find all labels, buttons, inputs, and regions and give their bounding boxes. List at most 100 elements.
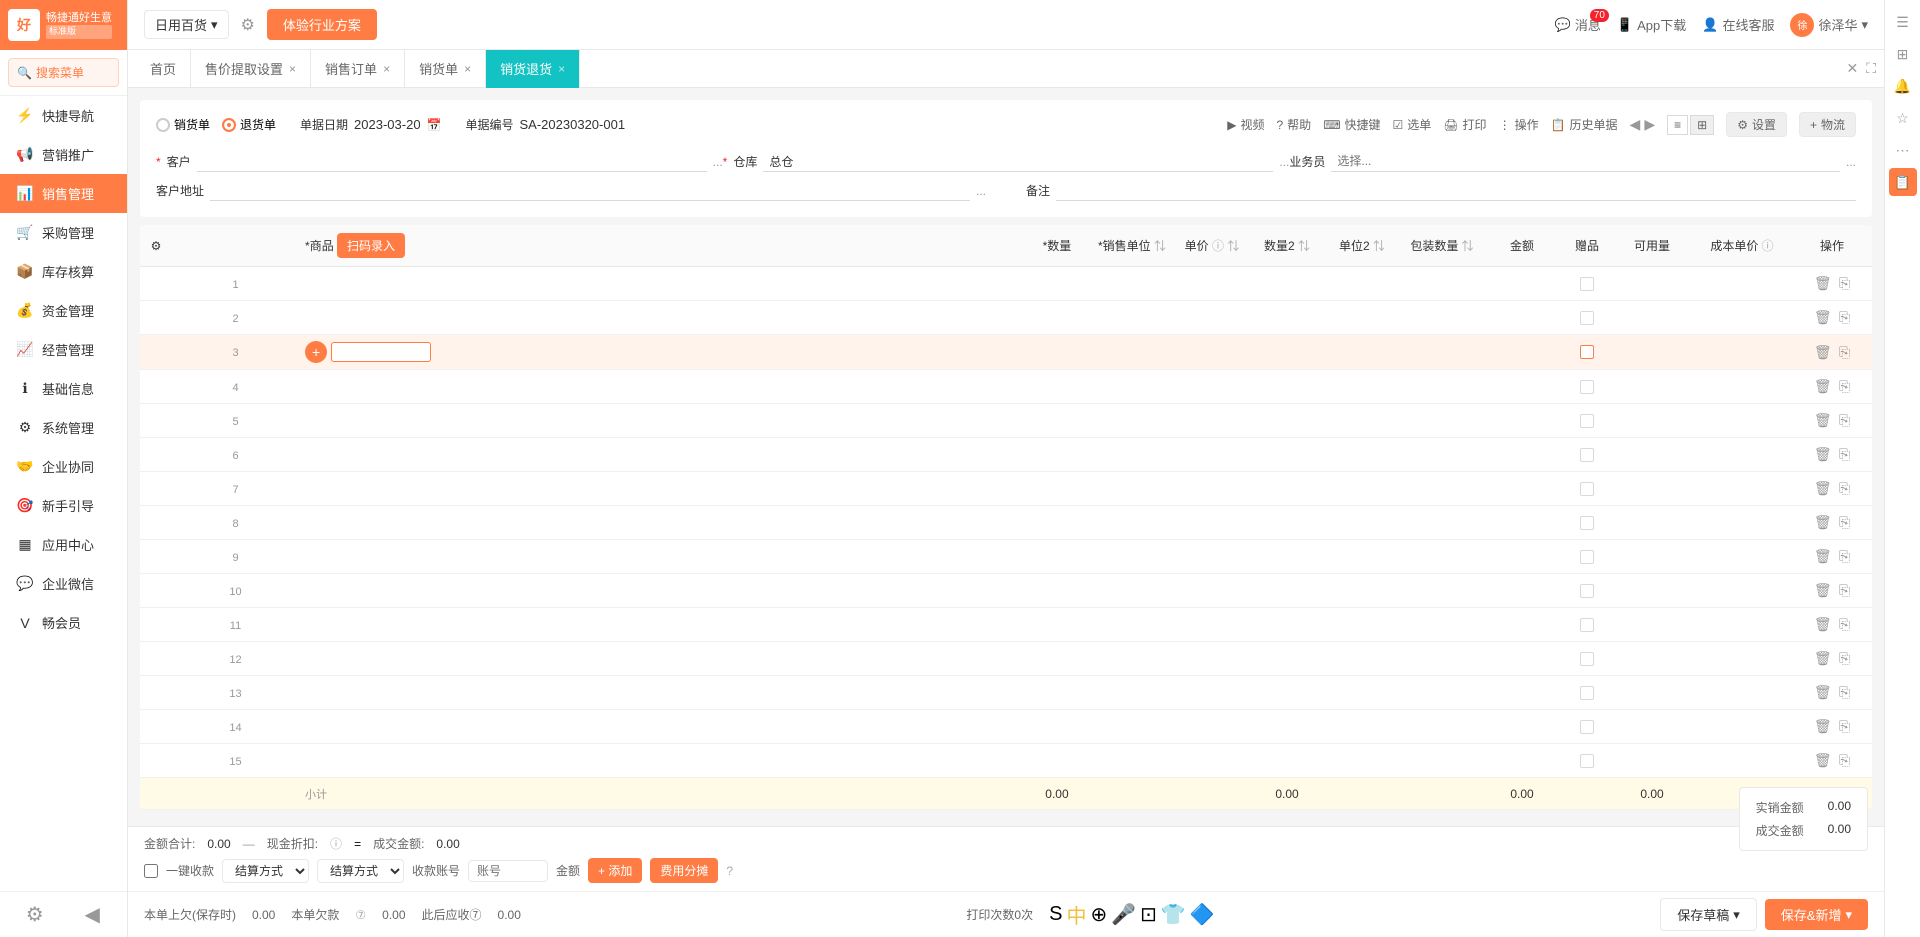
next-btn[interactable]: ▶ <box>1644 116 1655 133</box>
warehouse-input[interactable] <box>763 151 1273 172</box>
delete-row-btn-3[interactable]: 🗑 <box>1812 342 1834 363</box>
radio-return[interactable]: 退货单 <box>222 116 276 133</box>
operate-btn[interactable]: ⋮ 操作 <box>1499 116 1539 133</box>
add-row-btn[interactable]: + 添加 <box>588 858 642 883</box>
sidebar-settings-btn[interactable]: ⚙ <box>10 902 60 927</box>
sidebar-item-purchase[interactable]: 🛒 采购管理 <box>0 213 127 252</box>
tab-close-return[interactable]: × <box>558 62 565 76</box>
sidebar-item-member[interactable]: V 畅会员 <box>0 603 127 642</box>
sidebar-item-system[interactable]: ⚙ 系统管理 <box>0 408 127 447</box>
gift-checkbox-3[interactable] <box>1580 345 1594 359</box>
delete-row-btn-15[interactable]: 🗑 <box>1812 750 1834 771</box>
delete-row-btn-6[interactable]: 🗑 <box>1812 444 1834 465</box>
history-btn[interactable]: 📋 历史单据 <box>1551 116 1618 133</box>
toolbar-icon-7[interactable]: 🔷 <box>1190 902 1215 927</box>
copy-row-btn-7[interactable]: ⎘ <box>1837 478 1852 499</box>
row-product-6[interactable] <box>299 438 1022 472</box>
gift-checkbox-5[interactable] <box>1580 414 1594 428</box>
copy-row-btn-12[interactable]: ⎘ <box>1837 648 1852 669</box>
right-item-1[interactable]: ☰ <box>1889 8 1917 36</box>
row-product-13[interactable] <box>299 676 1022 710</box>
scan-btn[interactable]: 扫码录入 <box>337 233 405 258</box>
salesperson-more-btn[interactable]: ... <box>1846 155 1856 169</box>
delete-row-btn-8[interactable]: 🗑 <box>1812 512 1834 533</box>
delete-row-btn-12[interactable]: 🗑 <box>1812 648 1834 669</box>
salesperson-input[interactable] <box>1331 151 1840 172</box>
tab-close-bill[interactable]: × <box>464 62 471 76</box>
gift-checkbox-4[interactable] <box>1580 380 1594 394</box>
toolbar-icon-4[interactable]: 🎤 <box>1111 902 1136 927</box>
copy-row-btn-11[interactable]: ⎘ <box>1837 614 1852 635</box>
row-product-10[interactable] <box>299 574 1022 608</box>
row-product-9[interactable] <box>299 540 1022 574</box>
sidebar-item-quicknav[interactable]: ⚡ 快捷导航 <box>0 96 127 135</box>
row-product-14[interactable] <box>299 710 1022 744</box>
row-product-8[interactable] <box>299 506 1022 540</box>
gift-checkbox-13[interactable] <box>1580 686 1594 700</box>
toolbar-icon-3[interactable]: ⊕ <box>1090 902 1107 927</box>
delete-row-btn-14[interactable]: 🗑 <box>1812 716 1834 737</box>
online-service-btn[interactable]: 👤 在线客服 <box>1702 15 1774 34</box>
gift-checkbox-6[interactable] <box>1580 448 1594 462</box>
radio-sale[interactable]: 销货单 <box>156 116 210 133</box>
sidebar-item-sales[interactable]: 📊 销售管理 <box>0 174 127 213</box>
video-btn[interactable]: ▶ 视频 <box>1227 116 1264 133</box>
row-product-4[interactable] <box>299 370 1022 404</box>
shortcut-btn[interactable]: ⌨ 快捷键 <box>1323 116 1380 133</box>
row-product-1[interactable] <box>299 267 1022 301</box>
row-product-2[interactable] <box>299 301 1022 335</box>
copy-row-btn-15[interactable]: ⎘ <box>1837 750 1852 771</box>
gift-checkbox-2[interactable] <box>1580 311 1594 325</box>
account-input[interactable] <box>468 860 548 882</box>
tab-close-order[interactable]: × <box>383 62 390 76</box>
remark-input[interactable] <box>1056 180 1856 201</box>
gift-checkbox-10[interactable] <box>1580 584 1594 598</box>
customer-more-btn[interactable]: ... <box>713 155 723 169</box>
tab-home[interactable]: 首页 <box>136 50 191 88</box>
topbar-gear-icon[interactable]: ⚙ <box>237 11 259 39</box>
address-more-btn[interactable]: ... <box>976 184 986 198</box>
row-product-3[interactable]: + <box>299 335 1022 370</box>
toolbar-icon-6[interactable]: 👕 <box>1161 902 1186 927</box>
settle-method-select[interactable]: 结算方式 <box>222 859 309 883</box>
customer-input[interactable] <box>197 151 707 172</box>
delete-row-btn-1[interactable]: 🗑 <box>1812 273 1834 294</box>
copy-row-btn-6[interactable]: ⎘ <box>1837 444 1852 465</box>
sidebar-item-collab[interactable]: 🤝 企业协同 <box>0 447 127 486</box>
tab-sales-order[interactable]: 销售订单 × <box>311 50 405 88</box>
user-menu[interactable]: 徐 徐泽华 ▾ <box>1790 13 1868 37</box>
copy-row-btn-4[interactable]: ⎘ <box>1837 376 1852 397</box>
copy-row-btn-10[interactable]: ⎘ <box>1837 580 1852 601</box>
select-btn[interactable]: ☑ 选单 <box>1393 116 1432 133</box>
gift-checkbox-14[interactable] <box>1580 720 1594 734</box>
right-item-3[interactable]: 🔔 <box>1889 72 1917 100</box>
tab-price-setting[interactable]: 售价提取设置 × <box>191 50 311 88</box>
row-product-12[interactable] <box>299 642 1022 676</box>
sidebar-item-guide[interactable]: 🎯 新手引导 <box>0 486 127 525</box>
maximize-btn[interactable]: ⛶ <box>1866 60 1876 77</box>
gift-checkbox-7[interactable] <box>1580 482 1594 496</box>
logistics-btn[interactable]: + 物流 <box>1799 112 1856 137</box>
calc-method-select[interactable]: 结算方式 <box>317 859 404 883</box>
right-item-6[interactable]: 📋 <box>1889 168 1917 196</box>
row-product-7[interactable] <box>299 472 1022 506</box>
copy-row-btn-9[interactable]: ⎘ <box>1837 546 1852 567</box>
list-view-btn[interactable]: ≡ <box>1667 115 1688 135</box>
copy-row-btn-1[interactable]: ⎘ <box>1837 273 1852 294</box>
delete-row-btn-10[interactable]: 🗑 <box>1812 580 1834 601</box>
right-item-4[interactable]: ☆ <box>1889 104 1917 132</box>
toolbar-icon-2[interactable]: 中 <box>1066 900 1086 929</box>
help-btn[interactable]: ? 帮助 <box>1276 116 1311 133</box>
row-product-5[interactable] <box>299 404 1022 438</box>
onepay-checkbox[interactable] <box>144 864 158 878</box>
gift-checkbox-9[interactable] <box>1580 550 1594 564</box>
message-btn[interactable]: 💬 消息 70 <box>1555 15 1601 34</box>
gift-checkbox-15[interactable] <box>1580 754 1594 768</box>
prev-btn[interactable]: ◀ <box>1630 116 1641 133</box>
toolbar-icon-1[interactable]: S <box>1049 903 1062 926</box>
copy-row-btn-5[interactable]: ⎘ <box>1837 410 1852 431</box>
copy-row-btn-2[interactable]: ⎘ <box>1837 307 1852 328</box>
save-draft-btn[interactable]: 保存草稿 ▾ <box>1660 898 1757 931</box>
grid-view-btn[interactable]: ⊞ <box>1690 115 1714 135</box>
right-item-5[interactable]: ⋯ <box>1889 136 1917 164</box>
